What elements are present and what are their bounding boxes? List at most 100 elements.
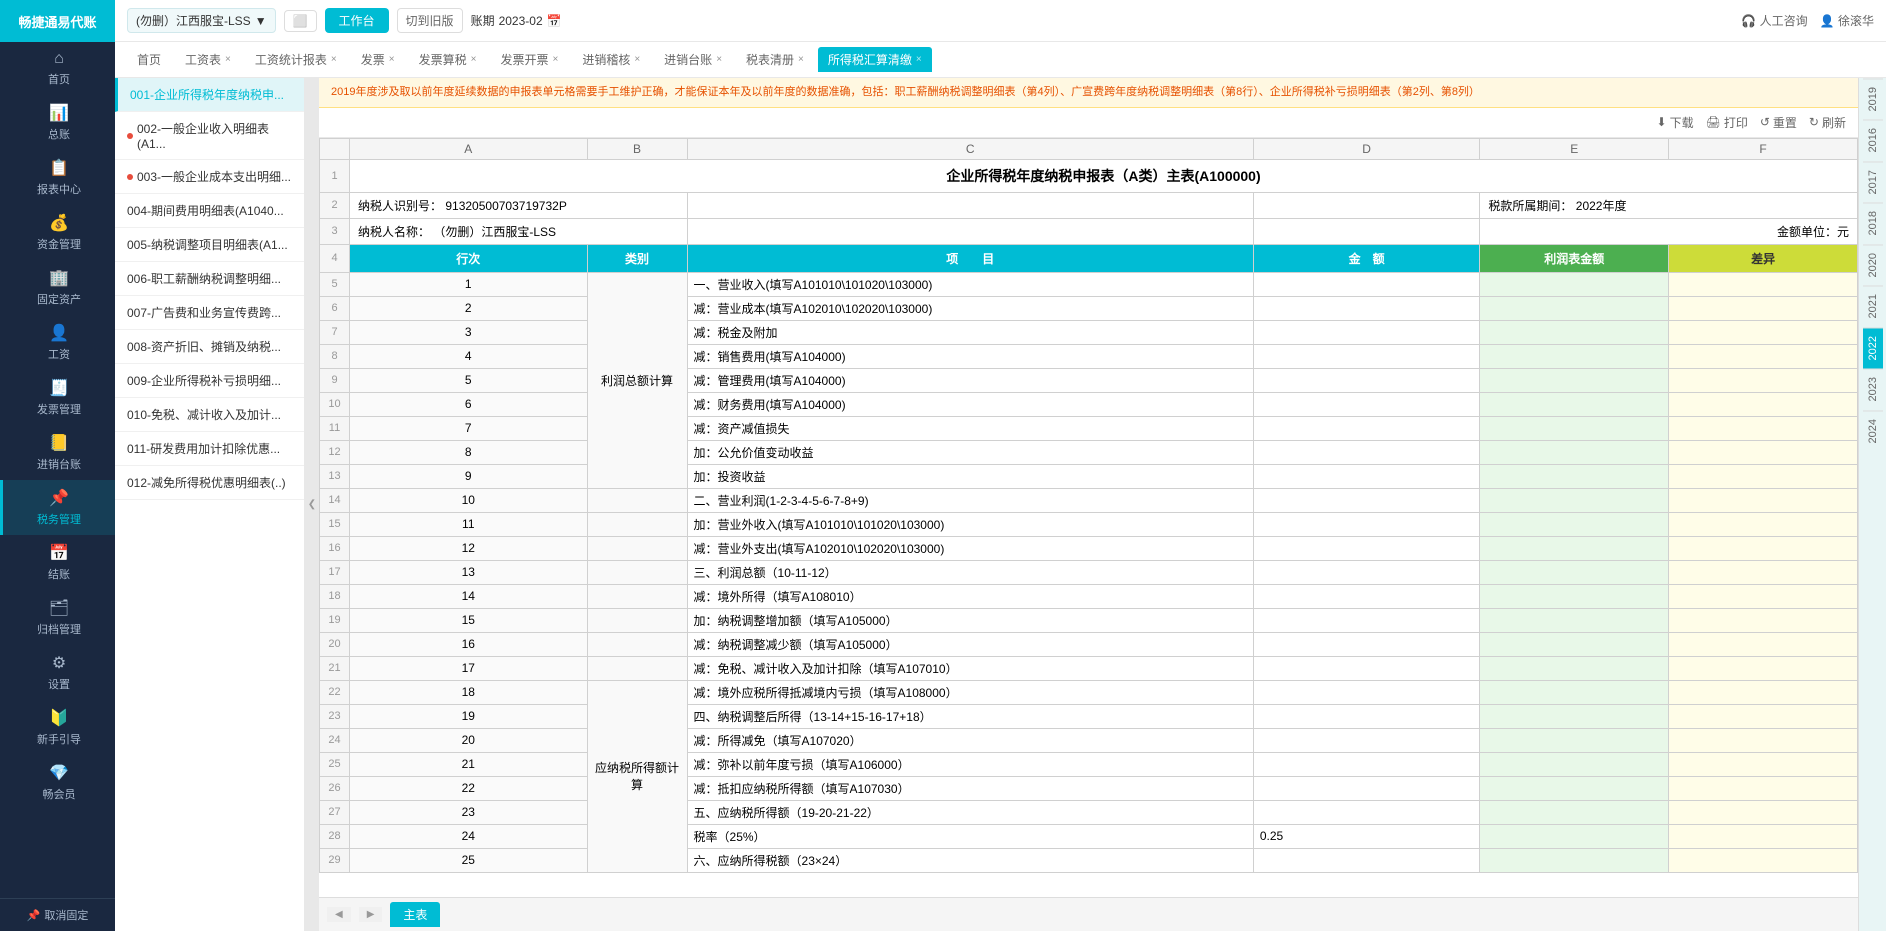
form-item-006[interactable]: 006-职工薪酬纳税调整明细... (115, 262, 304, 296)
switch-button[interactable]: 切到旧版 (397, 8, 463, 33)
year-item-2022[interactable]: 2022 (1863, 327, 1883, 368)
table-row[interactable]: 29 25 六、应纳所得税额（23×24） (320, 848, 1858, 872)
workbench-button[interactable]: 工作台 (325, 8, 389, 33)
sidebar-item-purchases[interactable]: 📒 进销台账 (0, 425, 115, 480)
sidebar-item-settings[interactable]: ⚙ 设置 (0, 645, 115, 700)
year-item-2017[interactable]: 2017 (1863, 161, 1883, 202)
close-icon[interactable]: × (634, 54, 640, 65)
form-item-005[interactable]: 005-纳税调整项目明细表(A1... (115, 228, 304, 262)
tab-sales-audit[interactable]: 进销稽核 × (572, 47, 650, 72)
taxpayer-name-cell: 纳税人名称： （勿删）江西服宝-LSS (350, 218, 688, 244)
sidebar-item-home[interactable]: ⌂ 首页 (0, 42, 115, 95)
sidebar-item-guide[interactable]: 🔰 新手引导 (0, 700, 115, 755)
close-icon[interactable]: × (331, 54, 337, 65)
copy-button[interactable]: ⬜ (284, 10, 317, 32)
sidebar-item-invoice[interactable]: 🧾 发票管理 (0, 370, 115, 425)
table-row[interactable]: 13 9 加：投资收益 (320, 464, 1858, 488)
close-icon[interactable]: × (716, 54, 722, 65)
table-row[interactable]: 11 7 减：资产减值损失 (320, 416, 1858, 440)
year-item-2023[interactable]: 2023 (1863, 368, 1883, 409)
close-icon[interactable]: × (916, 54, 922, 65)
form-item-007[interactable]: 007-广告费和业务宣传费跨... (115, 296, 304, 330)
year-item-2019[interactable]: 2019 (1863, 78, 1883, 119)
col-header-diff: 差异 (1669, 244, 1858, 272)
tab-payroll-stats[interactable]: 工资统计报表 × (245, 47, 347, 72)
panel-collapse-button[interactable]: ❮ (305, 78, 319, 931)
spreadsheet-container[interactable]: A B C D E F 1 企业所得税年度纳税申报表（A类）主表(A100000… (319, 138, 1858, 898)
tab-income-tax[interactable]: 所得税汇算清缴 × (818, 47, 932, 72)
table-row[interactable]: 22 18 应纳税所得额计算 减：境外应税所得抵减境内亏损（填写A108000） (320, 680, 1858, 704)
reset-button[interactable]: ↺ 重置 (1760, 114, 1797, 131)
service-button[interactable]: 🎧 人工咨询 (1741, 12, 1807, 29)
company-selector[interactable]: (勿删）江西服宝-LSS ▼ (127, 8, 276, 33)
sheet-tab-main[interactable]: 主表 (390, 902, 440, 927)
form-item-002[interactable]: 002-一般企业收入明细表(A1... (115, 112, 304, 160)
table-row[interactable]: 7 3 减：税金及附加 (320, 320, 1858, 344)
sheet-scroll-left[interactable]: ◀ (327, 907, 351, 922)
table-row[interactable]: 27 23 五、应纳税所得额（19-20-21-22） (320, 800, 1858, 824)
tab-tax-table[interactable]: 税表清册 × (736, 47, 814, 72)
tab-payroll[interactable]: 工资表 × (175, 47, 241, 72)
table-row[interactable]: 21 17 减：免税、减计收入及加计扣除（填写A107010） (320, 656, 1858, 680)
year-item-2016[interactable]: 2016 (1863, 119, 1883, 160)
form-item-004[interactable]: 004-期间费用明细表(A1040... (115, 194, 304, 228)
table-row[interactable]: 24 20 减：所得减免（填写A107020） (320, 728, 1858, 752)
table-row[interactable]: 12 8 加：公允价值变动收益 (320, 440, 1858, 464)
table-row[interactable]: 25 21 减：弥补以前年度亏损（填写A106000） (320, 752, 1858, 776)
close-icon[interactable]: × (798, 54, 804, 65)
table-row[interactable]: 10 6 减：财务费用(填写A104000) (320, 392, 1858, 416)
table-row[interactable]: 26 22 减：抵扣应纳税所得额（填写A107030） (320, 776, 1858, 800)
year-item-2018[interactable]: 2018 (1863, 202, 1883, 243)
sidebar-item-assets[interactable]: 🏢 固定资产 (0, 260, 115, 315)
form-item-009[interactable]: 009-企业所得税补亏损明细... (115, 364, 304, 398)
table-row[interactable]: 15 11 加：营业外收入(填写A101010\101020\103000) (320, 512, 1858, 536)
table-row[interactable]: 19 15 加：纳税调整增加额（填写A105000） (320, 608, 1858, 632)
tab-invoice[interactable]: 发票 × (351, 47, 405, 72)
form-item-001[interactable]: 001-企业所得税年度纳税申... (115, 78, 304, 112)
form-item-011[interactable]: 011-研发费用加计扣除优惠... (115, 432, 304, 466)
calendar-icon[interactable]: 📅 (547, 14, 562, 28)
table-row[interactable]: 5 1 利润总额计算 一、营业收入(填写A101010\101020\10300… (320, 272, 1858, 296)
col-header-jine: 金 额 (1253, 244, 1480, 272)
download-button[interactable]: ⬇ 下载 (1657, 114, 1694, 131)
sidebar-item-member[interactable]: 💎 畅会员 (0, 755, 115, 810)
user-info[interactable]: 👤 徐滚华 (1820, 12, 1874, 29)
close-icon[interactable]: × (471, 54, 477, 65)
year-item-2024[interactable]: 2024 (1863, 410, 1883, 451)
year-item-2020[interactable]: 2020 (1863, 244, 1883, 285)
ledger-icon: 📊 (49, 103, 69, 123)
year-item-2021[interactable]: 2021 (1863, 285, 1883, 326)
close-icon[interactable]: × (552, 54, 558, 65)
table-row[interactable]: 23 19 四、纳税调整后所得（13-14+15-16-17+18） (320, 704, 1858, 728)
sidebar-item-closing[interactable]: 📅 结账 (0, 535, 115, 590)
tab-home[interactable]: 首页 (127, 47, 171, 72)
sidebar-item-finance[interactable]: 💰 资金管理 (0, 205, 115, 260)
form-item-003[interactable]: 003-一般企业成本支出明细... (115, 160, 304, 194)
tab-invoice-tax[interactable]: 发票算税 × (409, 47, 487, 72)
sidebar-item-tax[interactable]: 📌 税务管理 (0, 480, 115, 535)
table-row[interactable]: 6 2 减：营业成本(填写A102010\102020\103000) (320, 296, 1858, 320)
unpin-button[interactable]: 📌 取消固定 (0, 898, 115, 931)
close-icon[interactable]: × (389, 54, 395, 65)
tab-invoice-open[interactable]: 发票开票 × (490, 47, 568, 72)
form-item-010[interactable]: 010-免税、减计收入及加计... (115, 398, 304, 432)
table-row[interactable]: 17 13 三、利润总额（10-11-12） (320, 560, 1858, 584)
form-item-012[interactable]: 012-减免所得税优惠明细表(..) (115, 466, 304, 500)
form-item-008[interactable]: 008-资产折旧、摊销及纳税... (115, 330, 304, 364)
table-row[interactable]: 14 10 二、营业利润(1-2-3-4-5-6-7-8+9) (320, 488, 1858, 512)
print-button[interactable]: 🖨 打印 (1706, 114, 1748, 131)
sidebar-item-reports[interactable]: 📋 报表中心 (0, 150, 115, 205)
sidebar-item-archive[interactable]: 🗂 归档管理 (0, 590, 115, 645)
refresh-button[interactable]: ↻ 刷新 (1809, 114, 1846, 131)
sheet-scroll-right[interactable]: ▶ (359, 907, 383, 922)
table-row[interactable]: 18 14 减：境外所得（填写A108010） (320, 584, 1858, 608)
table-row[interactable]: 8 4 减：销售费用(填写A104000) (320, 344, 1858, 368)
tab-sales-ledger[interactable]: 进销台账 × (654, 47, 732, 72)
sidebar-item-ledger[interactable]: 📊 总账 (0, 95, 115, 150)
close-icon[interactable]: × (225, 54, 231, 65)
table-row[interactable]: 28 24 税率（25%） 0.25 (320, 824, 1858, 848)
table-row[interactable]: 16 12 减：营业外支出(填写A102010\102020\103000) (320, 536, 1858, 560)
table-row[interactable]: 20 16 减：纳税调整减少额（填写A105000） (320, 632, 1858, 656)
sidebar-item-payroll[interactable]: 👤 工资 (0, 315, 115, 370)
table-row[interactable]: 9 5 减：管理费用(填写A104000) (320, 368, 1858, 392)
